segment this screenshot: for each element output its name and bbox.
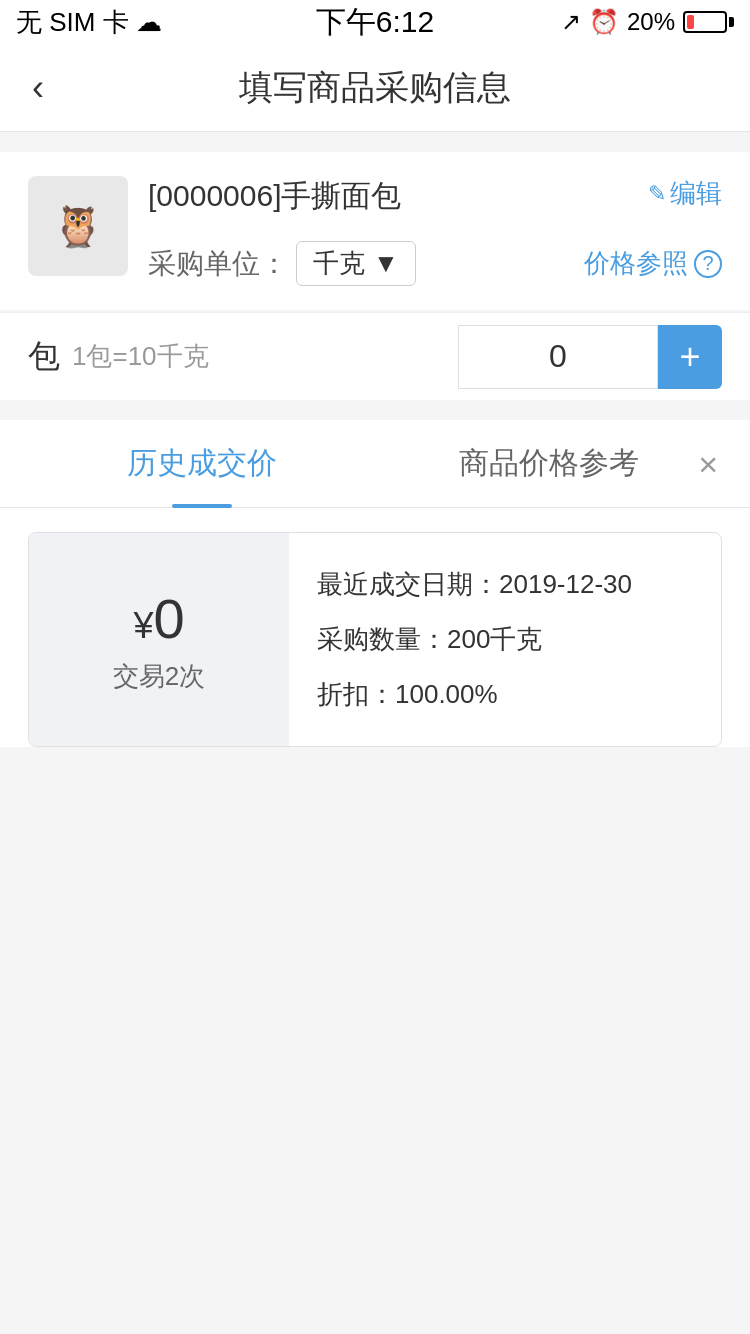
dropdown-chevron-icon: ▼ (373, 248, 399, 279)
price-reference-button[interactable]: 价格参照 ? (584, 246, 722, 281)
history-card: ¥0 交易2次 最近成交日期：2019-12-30 采购数量：200千克 折扣：… (28, 532, 722, 747)
product-header: [0000006]手撕面包 ✎ 编辑 (148, 176, 722, 217)
status-left: 无 SIM 卡 ☁ (16, 5, 162, 40)
quantity-unit-info: 包 1包=10千克 (28, 335, 209, 379)
unit-value: 千克 (313, 246, 365, 281)
product-info: [0000006]手撕面包 ✎ 编辑 采购单位： 千克 ▼ 价格参照 ? (148, 176, 722, 286)
status-time: 下午6:12 (316, 2, 434, 43)
trade-count: 交易2次 (113, 659, 205, 694)
question-icon: ? (694, 250, 722, 278)
price-ref-label: 价格参照 (584, 246, 688, 281)
alarm-icon: ⏰ (589, 8, 619, 36)
currency-symbol: ¥ (133, 605, 153, 646)
history-price-display: ¥0 (133, 586, 184, 651)
product-unit-row: 采购单位： 千克 ▼ 价格参照 ? (148, 241, 722, 286)
edit-button[interactable]: ✎ 编辑 (648, 176, 722, 211)
edit-icon: ✎ (648, 181, 666, 207)
tab-history-label: 历史成交价 (127, 443, 277, 484)
unit-label: 采购单位： (148, 245, 288, 283)
quantity-input[interactable]: 0 (458, 325, 658, 389)
product-image: 🦉 (28, 176, 128, 276)
unit-icon-label: 包 (28, 335, 60, 379)
unit-conversion: 1包=10千克 (72, 339, 209, 374)
page-title: 填写商品采购信息 (239, 65, 511, 111)
history-price-block: ¥0 交易2次 (29, 533, 289, 746)
quantity-row: 包 1包=10千克 0 + (0, 312, 750, 400)
tab-history-price[interactable]: 历史成交价 (28, 420, 375, 508)
tab-active-indicator (172, 504, 232, 508)
status-bar: 无 SIM 卡 ☁ 下午6:12 ↗ ⏰ 20% (0, 0, 750, 44)
purchase-qty-label: 采购数量： (317, 624, 447, 654)
product-name: [0000006]手撕面包 (148, 176, 401, 217)
quantity-controls: 0 + (458, 325, 722, 389)
product-logo-icon: 🦉 (53, 203, 103, 250)
tab-price-reference[interactable]: 商品价格参考 (375, 420, 722, 508)
tab-price-ref-label: 商品价格参考 (459, 443, 639, 484)
unit-select-dropdown[interactable]: 千克 ▼ (296, 241, 416, 286)
purchase-qty-row: 采购数量：200千克 (317, 620, 693, 659)
product-card: 🦉 [0000006]手撕面包 ✎ 编辑 采购单位： 千克 ▼ 价格参照 ? (0, 152, 750, 310)
tabs-section: 历史成交价 商品价格参考 × ¥0 交易2次 最近成交日期：2019-12-30… (0, 420, 750, 747)
recent-date-row: 最近成交日期：2019-12-30 (317, 565, 693, 604)
discount-label: 折扣： (317, 679, 395, 709)
bottom-space (0, 771, 750, 1334)
back-button[interactable]: ‹ (24, 59, 52, 117)
battery-indicator (683, 11, 734, 33)
purchase-qty-value: 200千克 (447, 624, 542, 654)
sim-status: 无 SIM 卡 ☁ (16, 5, 162, 40)
nav-bar: ‹ 填写商品采购信息 (0, 44, 750, 132)
battery-percent: 20% (627, 8, 675, 36)
tabs-close-button[interactable]: × (690, 436, 726, 491)
price-value: 0 (153, 587, 184, 650)
discount-row: 折扣：100.00% (317, 675, 693, 714)
edit-label: 编辑 (670, 176, 722, 211)
discount-value: 100.00% (395, 679, 498, 709)
location-icon: ↗ (561, 8, 581, 36)
recent-date-label: 最近成交日期： (317, 569, 499, 599)
recent-date-value: 2019-12-30 (499, 569, 632, 599)
history-details: 最近成交日期：2019-12-30 采购数量：200千克 折扣：100.00% (289, 533, 721, 746)
status-right: ↗ ⏰ 20% (561, 8, 734, 36)
tabs-header: 历史成交价 商品价格参考 × (0, 420, 750, 508)
quantity-plus-button[interactable]: + (658, 325, 722, 389)
